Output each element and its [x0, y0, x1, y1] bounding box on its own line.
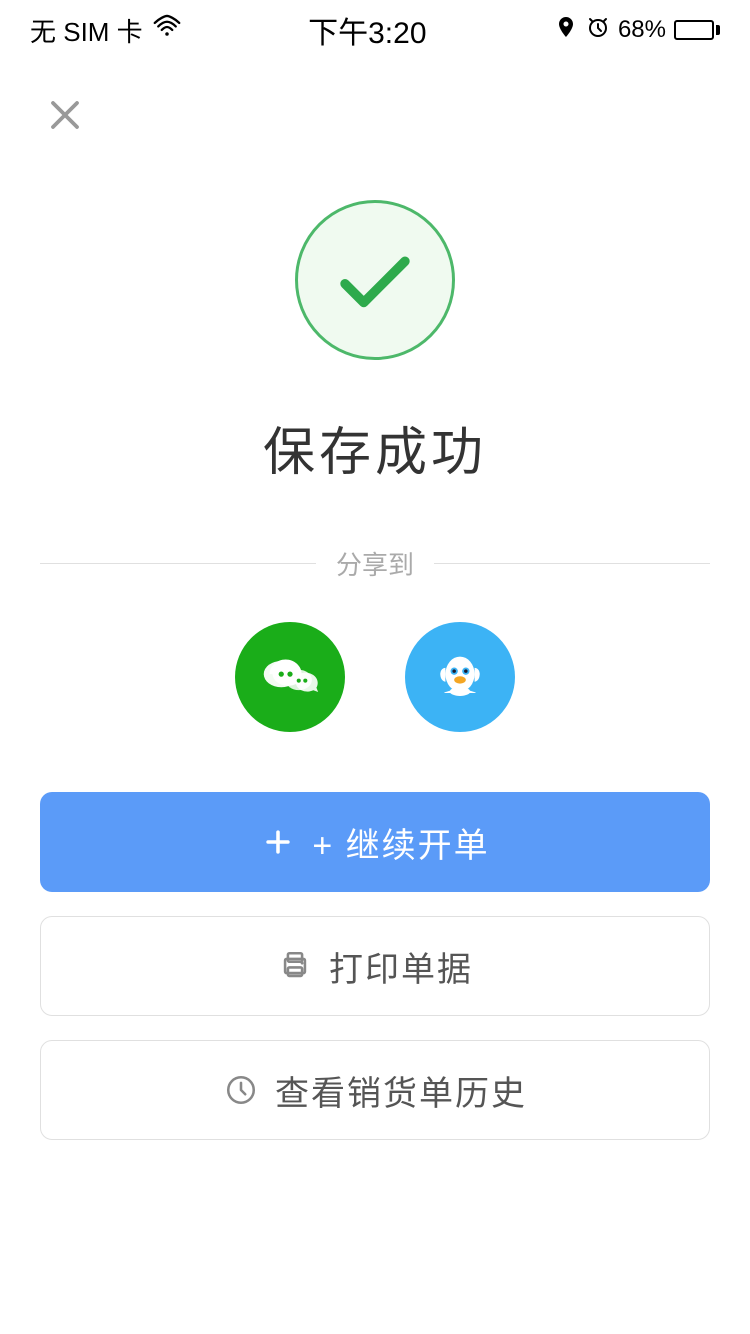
sim-status: 无 SIM 卡: [30, 12, 143, 49]
continue-label: + 继续开单: [312, 818, 489, 867]
close-button[interactable]: [40, 90, 90, 140]
battery-percent: 68%: [618, 16, 666, 44]
success-title: 保存成功: [263, 410, 487, 485]
status-time: 下午3:20: [308, 8, 426, 52]
main-content: 保存成功 分享到: [0, 150, 750, 1334]
history-icon: [223, 1072, 259, 1108]
share-wechat-button[interactable]: [235, 622, 345, 732]
divider-line-right: [434, 563, 710, 564]
print-icon: [277, 948, 313, 984]
alarm-icon: [586, 15, 610, 46]
print-label: 打印单据: [329, 942, 473, 991]
close-area: [0, 60, 750, 150]
divider-line-left: [40, 563, 316, 564]
plus-icon: [260, 824, 296, 860]
wifi-icon: [153, 13, 181, 48]
action-buttons: + 继续开单 打印单据 查看销货单历史: [40, 792, 710, 1140]
status-left: 无 SIM 卡: [30, 12, 181, 49]
continue-button[interactable]: + 继续开单: [40, 792, 710, 892]
history-label: 查看销货单历史: [275, 1066, 527, 1115]
share-divider: 分享到: [40, 545, 710, 582]
history-button[interactable]: 查看销货单历史: [40, 1040, 710, 1140]
location-icon: [554, 15, 578, 46]
share-qq-button[interactable]: [405, 622, 515, 732]
status-bar: 无 SIM 卡 下午3:20 68%: [0, 0, 750, 60]
share-label: 分享到: [336, 545, 414, 582]
status-right: 68%: [554, 15, 720, 46]
share-icons: [235, 622, 515, 732]
success-icon-circle: [295, 200, 455, 360]
battery-icon: [674, 20, 720, 40]
print-button[interactable]: 打印单据: [40, 916, 710, 1016]
